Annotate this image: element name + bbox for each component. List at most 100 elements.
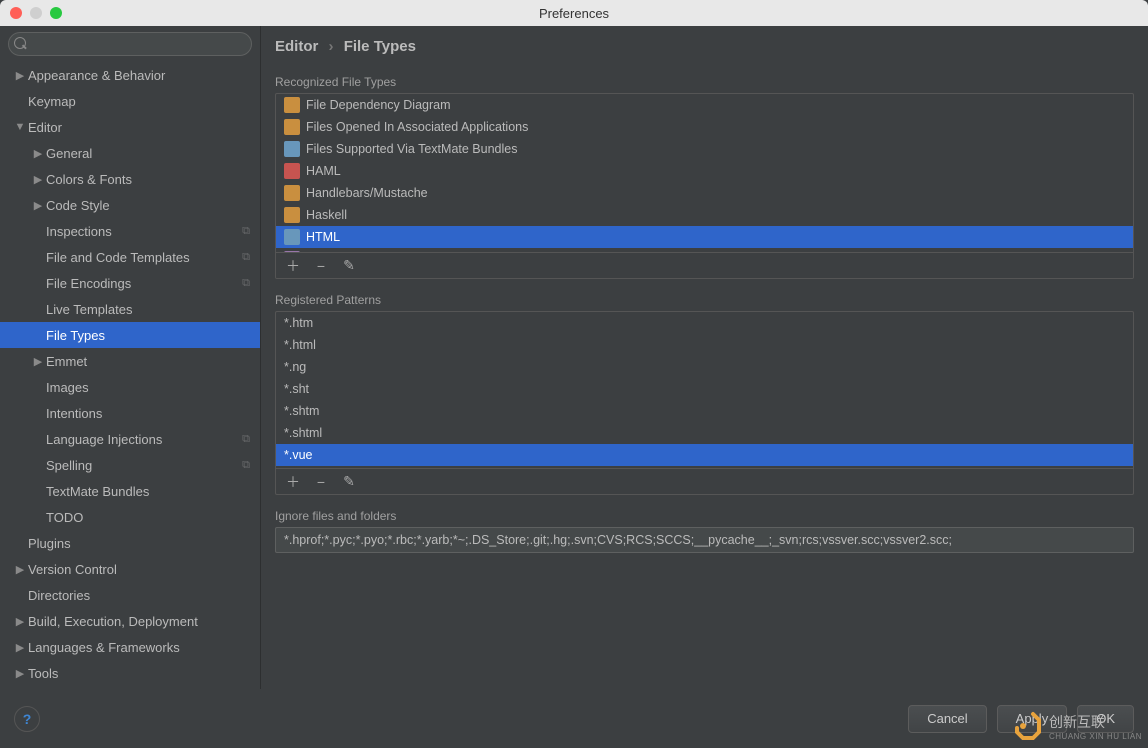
file-type-label: Haskell xyxy=(306,208,347,222)
sidebar-item-label: Intentions xyxy=(46,406,102,421)
sidebar-item-textmate-bundles[interactable]: TextMate Bundles xyxy=(0,478,260,504)
ignore-input[interactable] xyxy=(275,527,1134,553)
file-type-icon xyxy=(284,229,300,245)
file-type-row[interactable]: Haskell xyxy=(276,204,1133,226)
scheme-icon: ⧉ xyxy=(242,225,250,238)
sidebar-item-intentions[interactable]: Intentions xyxy=(0,400,260,426)
help-button[interactable]: ? xyxy=(14,706,40,732)
sidebar-item-label: File Encodings xyxy=(46,276,131,291)
titlebar: Preferences xyxy=(0,0,1148,26)
edit-icon[interactable]: ✎ xyxy=(342,475,356,489)
sidebar-item-label: TODO xyxy=(46,510,83,525)
sidebar-item-label: Code Style xyxy=(46,198,110,213)
pattern-row[interactable]: *.ng xyxy=(276,356,1133,378)
file-type-icon xyxy=(284,97,300,113)
pattern-label: *.vue xyxy=(284,448,313,462)
pattern-row[interactable]: *.shtml xyxy=(276,422,1133,444)
sidebar-item-live-templates[interactable]: Live Templates xyxy=(0,296,260,322)
sidebar-item-directories[interactable]: Directories xyxy=(0,582,260,608)
breadcrumb-leaf: File Types xyxy=(344,38,416,55)
sidebar-item-editor[interactable]: ▼Editor xyxy=(0,114,260,140)
sidebar-item-language-injections[interactable]: Language Injections⧉ xyxy=(0,426,260,452)
logo-icon xyxy=(1011,710,1043,742)
sidebar-item-languages-frameworks[interactable]: ▶Languages & Frameworks xyxy=(0,634,260,660)
file-type-row[interactable]: HAML xyxy=(276,160,1133,182)
add-icon[interactable]: ＋ xyxy=(286,259,300,273)
pattern-label: *.ng xyxy=(284,360,306,374)
pattern-row[interactable]: *.html xyxy=(276,334,1133,356)
sidebar-item-todo[interactable]: TODO xyxy=(0,504,260,530)
add-icon[interactable]: ＋ xyxy=(286,475,300,489)
sidebar-item-images[interactable]: Images xyxy=(0,374,260,400)
sidebar-item-label: Emmet xyxy=(46,354,87,369)
file-type-row[interactable]: Handlebars/Mustache xyxy=(276,182,1133,204)
sidebar-item-label: General xyxy=(46,146,92,161)
scheme-icon: ⧉ xyxy=(242,459,250,472)
file-types-list[interactable]: File Dependency Diagram Files Opened In A… xyxy=(275,93,1134,279)
sidebar-item-label: Spelling xyxy=(46,458,92,473)
chevron-right-icon: › xyxy=(329,38,334,55)
pattern-label: *.html xyxy=(284,338,316,352)
pattern-label: *.sht xyxy=(284,382,309,396)
file-type-label: File Dependency Diagram xyxy=(306,98,451,112)
sidebar-item-label: Editor xyxy=(28,120,62,135)
file-type-label: Handlebars/Mustache xyxy=(306,186,428,200)
sidebar-item-file-encodings[interactable]: File Encodings⧉ xyxy=(0,270,260,296)
file-type-row[interactable]: HTML xyxy=(276,226,1133,248)
remove-icon[interactable]: − xyxy=(314,259,328,273)
file-type-row[interactable]: Files Supported Via TextMate Bundles xyxy=(276,138,1133,160)
sidebar-item-emmet[interactable]: ▶Emmet xyxy=(0,348,260,374)
file-type-row[interactable]: Files Opened In Associated Applications xyxy=(276,116,1133,138)
sidebar-item-label: Keymap xyxy=(28,94,76,109)
sidebar-item-version-control[interactable]: ▶Version Control xyxy=(0,556,260,582)
logo-text-en: CHUANG XIN HU LIAN xyxy=(1049,732,1142,741)
sidebar-item-appearance-behavior[interactable]: ▶Appearance & Behavior xyxy=(0,62,260,88)
file-type-label: HTML xyxy=(306,230,340,244)
pattern-label: *.htm xyxy=(284,316,313,330)
file-type-label: HAML xyxy=(306,164,341,178)
sidebar-item-file-and-code-templates[interactable]: File and Code Templates⧉ xyxy=(0,244,260,270)
file-type-icon xyxy=(284,163,300,179)
sidebar-item-code-style[interactable]: ▶Code Style xyxy=(0,192,260,218)
disclosure-arrow-icon: ▶ xyxy=(30,199,46,212)
file-type-icon xyxy=(284,185,300,201)
search-input[interactable] xyxy=(8,32,252,56)
remove-icon[interactable]: − xyxy=(314,475,328,489)
ignore-label: Ignore files and folders xyxy=(275,509,1134,523)
pattern-row[interactable]: *.htm xyxy=(276,312,1133,334)
main-panel: Editor › File Types Recognized File Type… xyxy=(261,26,1148,689)
sidebar-item-label: Tools xyxy=(28,666,58,681)
file-type-label: Files Supported Via TextMate Bundles xyxy=(306,142,517,156)
logo-text-cn: 创新互联 xyxy=(1049,712,1142,732)
window-title: Preferences xyxy=(0,6,1148,21)
cancel-button[interactable]: Cancel xyxy=(908,705,986,733)
sidebar-item-build-execution-deployment[interactable]: ▶Build, Execution, Deployment xyxy=(0,608,260,634)
edit-icon[interactable]: ✎ xyxy=(342,259,356,273)
pattern-row[interactable]: *.shtm xyxy=(276,400,1133,422)
sidebar-item-label: Directories xyxy=(28,588,90,603)
sidebar-item-tools[interactable]: ▶Tools xyxy=(0,660,260,686)
sidebar-item-spelling[interactable]: Spelling ⧉ xyxy=(0,452,260,478)
sidebar-item-plugins[interactable]: Plugins xyxy=(0,530,260,556)
sidebar-item-label: Inspections xyxy=(46,224,112,239)
file-type-icon xyxy=(284,119,300,135)
disclosure-arrow-icon: ▶ xyxy=(12,615,28,628)
patterns-list[interactable]: *.htm *.html *.ng *.sht *.shtm *.shtml *.vue ＋… xyxy=(275,311,1134,495)
sidebar-item-file-types[interactable]: File Types xyxy=(0,322,260,348)
sidebar-item-label: Colors & Fonts xyxy=(46,172,132,187)
disclosure-arrow-icon: ▶ xyxy=(12,641,28,654)
patterns-label: Registered Patterns xyxy=(275,293,1134,307)
sidebar-item-colors-fonts[interactable]: ▶Colors & Fonts xyxy=(0,166,260,192)
disclosure-arrow-icon: ▼ xyxy=(12,121,28,133)
disclosure-arrow-icon: ▶ xyxy=(30,355,46,368)
pattern-row[interactable]: *.sht xyxy=(276,378,1133,400)
disclosure-arrow-icon: ▶ xyxy=(30,173,46,186)
file-type-row[interactable]: File Dependency Diagram xyxy=(276,94,1133,116)
sidebar-item-inspections[interactable]: Inspections ⧉ xyxy=(0,218,260,244)
sidebar-item-general[interactable]: ▶General xyxy=(0,140,260,166)
pattern-label: *.shtm xyxy=(284,404,319,418)
sidebar-item-keymap[interactable]: Keymap xyxy=(0,88,260,114)
pattern-label: *.shtml xyxy=(284,426,322,440)
file-types-toolbar: ＋ − ✎ xyxy=(276,252,1133,278)
pattern-row[interactable]: *.vue xyxy=(276,444,1133,466)
